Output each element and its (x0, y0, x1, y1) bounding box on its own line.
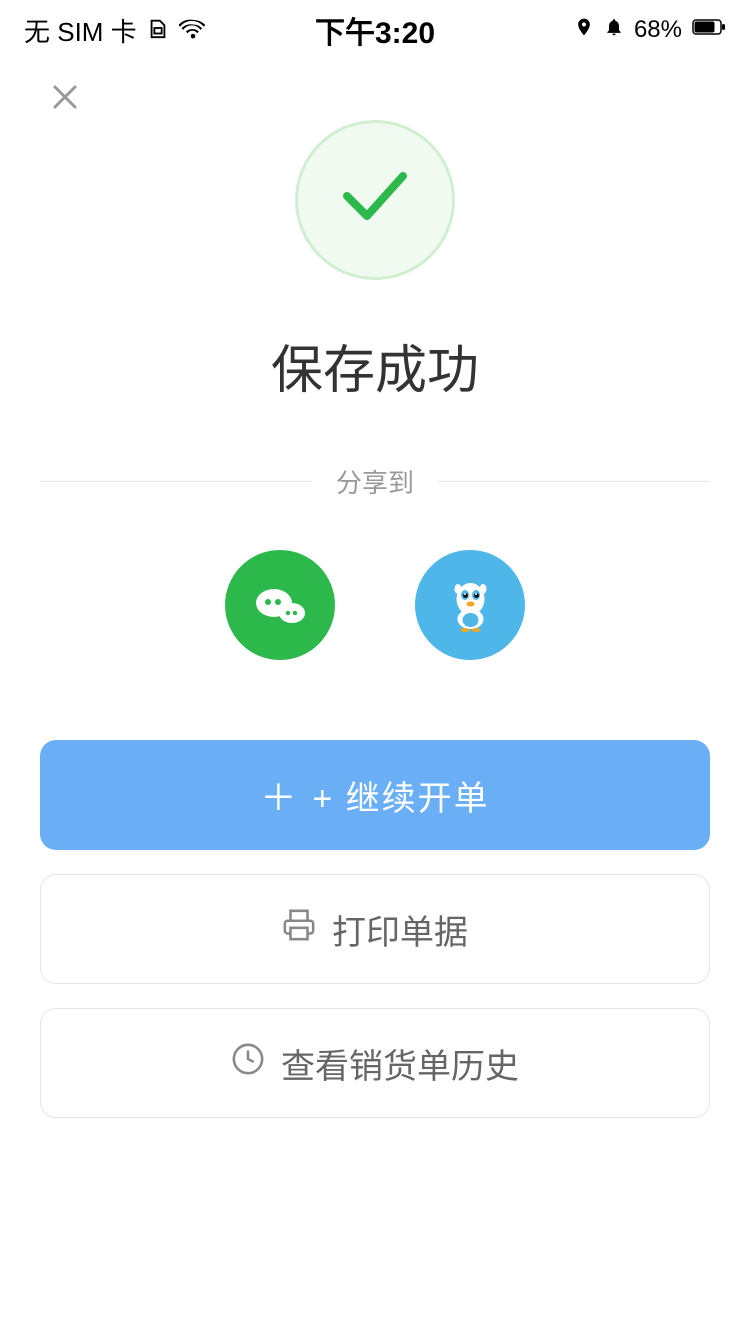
battery-level: 68% (634, 16, 682, 44)
qq-share-button[interactable] (415, 550, 525, 660)
wifi-icon (179, 15, 207, 46)
success-circle (295, 120, 455, 280)
continue-label: + 继续开单 (312, 771, 489, 820)
history-button[interactable]: 查看销货单历史 (40, 1008, 710, 1118)
plus-icon: ＋ (260, 769, 296, 821)
close-button[interactable] (40, 72, 90, 122)
action-buttons: ＋ + 继续开单 打印单据 查看销货单历史 (0, 740, 750, 1118)
divider-left (40, 481, 312, 482)
print-icon (282, 908, 316, 951)
checkmark-icon (335, 154, 415, 247)
share-icons (225, 550, 525, 660)
battery-icon (692, 16, 726, 44)
print-button[interactable]: 打印单据 (40, 874, 710, 984)
location-icon (574, 16, 594, 44)
wechat-share-button[interactable] (225, 550, 335, 660)
status-right: 68% (574, 16, 726, 44)
history-label: 查看销货单历史 (281, 1039, 519, 1088)
print-label: 打印单据 (332, 905, 468, 954)
alarm-icon (604, 16, 624, 44)
continue-button[interactable]: ＋ + 继续开单 (40, 740, 710, 850)
divider-right (438, 481, 710, 482)
sim-icon (147, 15, 169, 46)
share-divider: 分享到 (0, 463, 750, 500)
status-bar: 无 SIM 卡 下午3:20 68% (0, 0, 750, 60)
share-label: 分享到 (312, 463, 438, 500)
main-content: 保存成功 分享到 (0, 60, 750, 1118)
history-icon (231, 1042, 265, 1085)
success-title: 保存成功 (271, 328, 479, 403)
status-time: 下午3:20 (315, 8, 435, 52)
status-carrier: 无 SIM 卡 (24, 12, 207, 49)
